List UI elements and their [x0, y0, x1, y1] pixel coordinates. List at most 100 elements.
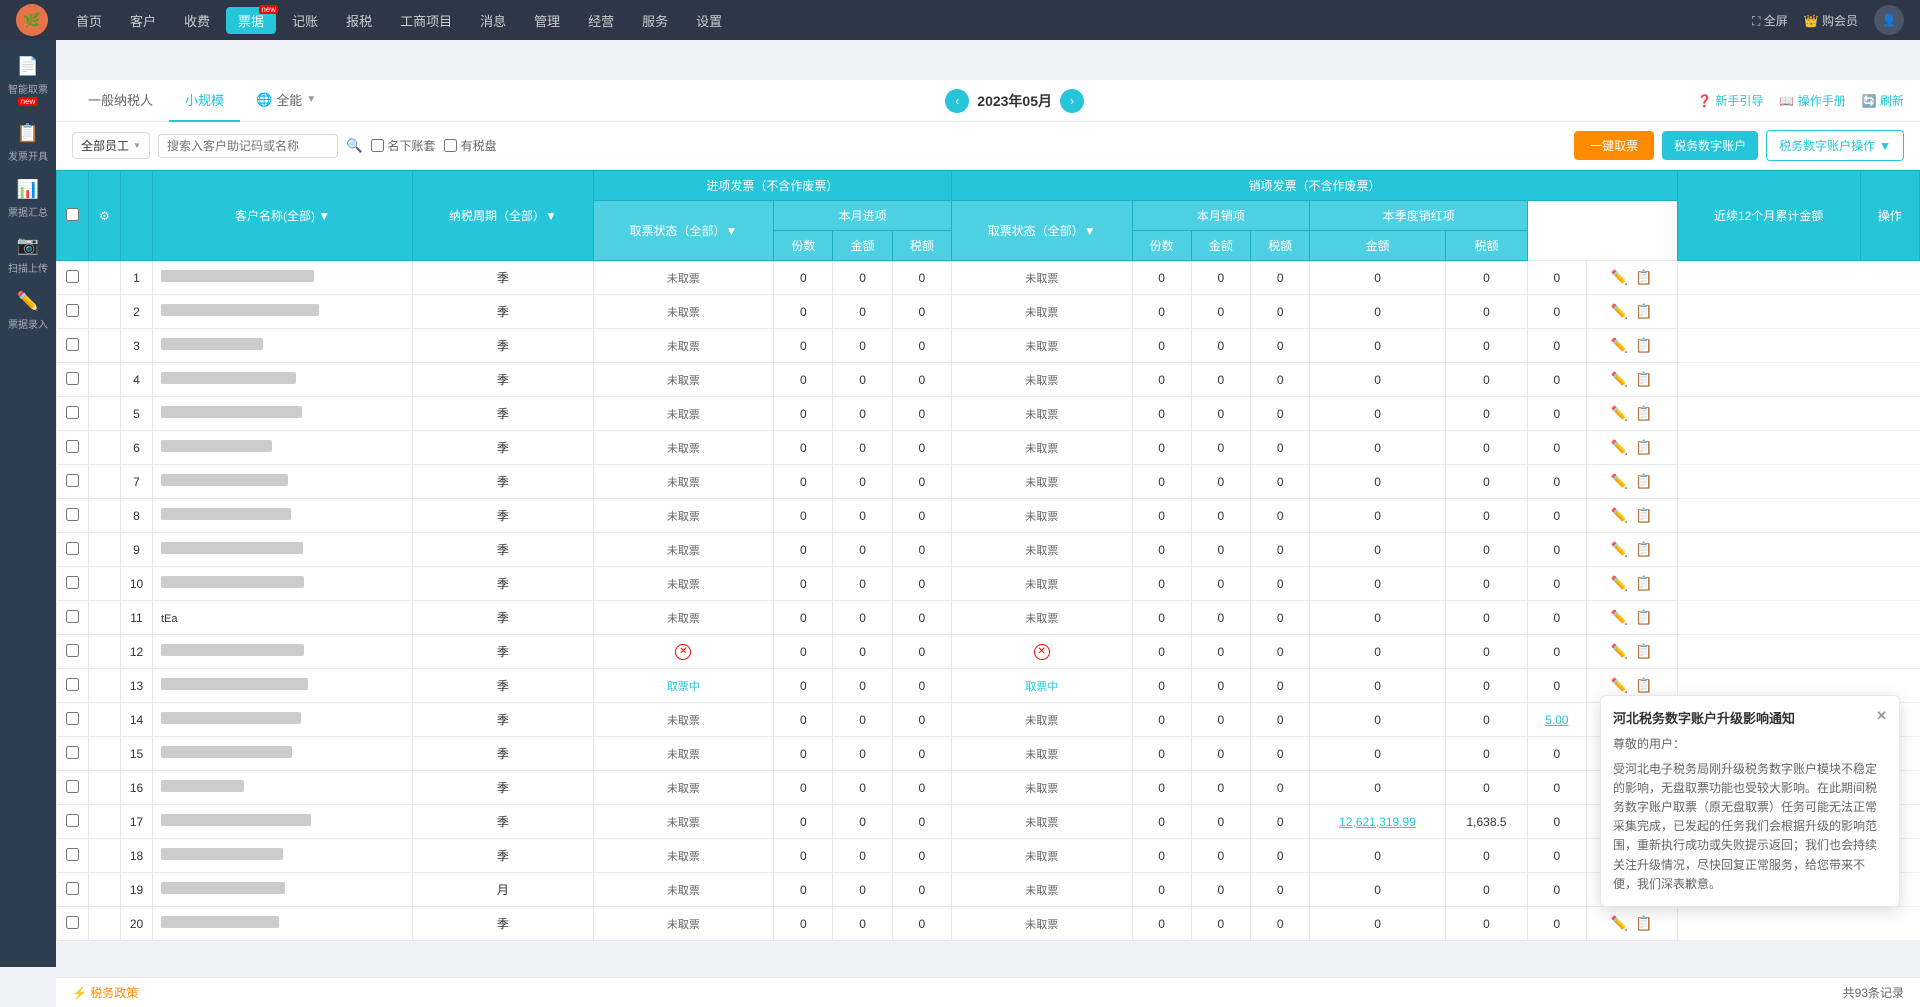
row-checkbox[interactable]	[66, 338, 79, 351]
tab-all[interactable]: 🌐 全能 ▼	[240, 80, 332, 122]
tax-account-op-btn[interactable]: 税务数字账户操作 ▼	[1766, 130, 1904, 161]
refresh-btn[interactable]: 🔄 刷新	[1862, 92, 1904, 109]
fullscreen-btn[interactable]: ⛶ 全屏	[1752, 12, 1788, 29]
row-checkbox[interactable]	[66, 474, 79, 487]
one-click-ticket-btn[interactable]: 一键取票	[1574, 131, 1654, 160]
nav-accounting[interactable]: 记账	[280, 7, 330, 34]
row-checkbox[interactable]	[66, 678, 79, 691]
edit-btn[interactable]: ✏️	[1609, 607, 1630, 628]
edit-btn[interactable]: ✏️	[1609, 471, 1630, 492]
period-filter-icon[interactable]: ▼	[545, 209, 557, 223]
sidebar-item-open-invoice[interactable]: 📋 发票开具	[0, 115, 56, 171]
row-checkbox[interactable]	[66, 848, 79, 861]
copy-btn[interactable]: 📋	[1633, 539, 1654, 560]
copy-btn[interactable]: 📋	[1633, 471, 1654, 492]
sidebar-item-scan-upload[interactable]: 📷 扫描上传	[0, 227, 56, 283]
sidebar-item-smart-ticket[interactable]: 📄 智能取票new	[0, 48, 56, 115]
row-checkbox[interactable]	[66, 270, 79, 283]
tax-account-btn[interactable]: 税务数字账户	[1662, 131, 1758, 160]
customer-name[interactable]	[153, 363, 413, 397]
copy-btn[interactable]: 📋	[1633, 403, 1654, 424]
nav-customer[interactable]: 客户	[118, 7, 168, 34]
copy-btn[interactable]: 📋	[1633, 335, 1654, 356]
copy-btn[interactable]: 📋	[1633, 913, 1654, 934]
row-checkbox[interactable]	[66, 916, 79, 929]
name-account-checkbox[interactable]: 名下账套	[371, 137, 436, 154]
copy-btn[interactable]: 📋	[1633, 573, 1654, 594]
row-checkbox[interactable]	[66, 746, 79, 759]
edit-btn[interactable]: ✏️	[1609, 437, 1630, 458]
search-input[interactable]	[158, 134, 338, 158]
edit-btn[interactable]: ✏️	[1609, 369, 1630, 390]
tab-small-scale[interactable]: 小规模	[169, 80, 240, 122]
customer-name[interactable]	[153, 397, 413, 431]
customer-name[interactable]	[153, 431, 413, 465]
nav-message[interactable]: 消息	[468, 7, 518, 34]
manual-btn[interactable]: 📖 操作手册	[1779, 92, 1845, 109]
customer-name[interactable]	[153, 737, 413, 771]
filter-icon[interactable]: ▼	[318, 209, 330, 223]
tax-disk-check[interactable]	[444, 139, 457, 152]
nav-business[interactable]: 工商项目	[388, 7, 464, 34]
edit-btn[interactable]: ✏️	[1609, 301, 1630, 322]
cumulative-link[interactable]: 5.00	[1545, 713, 1568, 727]
user-avatar[interactable]: 👤	[1874, 5, 1904, 35]
customer-name[interactable]	[153, 771, 413, 805]
row-checkbox[interactable]	[66, 882, 79, 895]
edit-btn[interactable]: ✏️	[1609, 505, 1630, 526]
nav-home[interactable]: 首页	[64, 7, 114, 34]
prev-month-btn[interactable]: ‹	[945, 89, 969, 113]
edit-btn[interactable]: ✏️	[1609, 913, 1630, 934]
row-checkbox[interactable]	[66, 644, 79, 657]
copy-btn[interactable]: 📋	[1633, 675, 1654, 696]
vip-btn[interactable]: 👑 购会员	[1804, 12, 1858, 29]
nav-operation[interactable]: 经营	[576, 7, 626, 34]
customer-name[interactable]	[153, 465, 413, 499]
edit-btn[interactable]: ✏️	[1609, 573, 1630, 594]
customer-name[interactable]	[153, 703, 413, 737]
customer-name[interactable]	[153, 533, 413, 567]
row-checkbox[interactable]	[66, 712, 79, 725]
name-account-check[interactable]	[371, 139, 384, 152]
edit-btn[interactable]: ✏️	[1609, 675, 1630, 696]
row-checkbox[interactable]	[66, 542, 79, 555]
copy-btn[interactable]: 📋	[1633, 607, 1654, 628]
row-checkbox[interactable]	[66, 372, 79, 385]
customer-name[interactable]	[153, 499, 413, 533]
customer-name[interactable]	[153, 567, 413, 601]
customer-name[interactable]	[153, 295, 413, 329]
copy-btn[interactable]: 📋	[1633, 641, 1654, 662]
nav-service[interactable]: 服务	[630, 7, 680, 34]
row-checkbox[interactable]	[66, 610, 79, 623]
tax-policy-link[interactable]: ⚡ 税务政策	[72, 984, 138, 1001]
nav-settings[interactable]: 设置	[684, 7, 734, 34]
customer-name[interactable]	[153, 873, 413, 907]
customer-name[interactable]	[153, 805, 413, 839]
customer-name[interactable]	[153, 261, 413, 295]
customer-name[interactable]	[153, 329, 413, 363]
sidebar-item-invoice-entry[interactable]: ✏️ 票据录入	[0, 283, 56, 339]
edit-btn[interactable]: ✏️	[1609, 641, 1630, 662]
output-status-filter[interactable]: ▼	[1084, 224, 1096, 238]
tab-general-taxpayer[interactable]: 一般纳税人	[72, 80, 169, 122]
select-all-checkbox[interactable]	[66, 208, 79, 221]
tax-disk-checkbox[interactable]: 有税盘	[444, 137, 497, 154]
deduct-amount-link[interactable]: 12,621,319.99	[1339, 815, 1416, 829]
employee-select[interactable]: 全部员工 ▼	[72, 132, 150, 159]
row-checkbox[interactable]	[66, 406, 79, 419]
edit-btn[interactable]: ✏️	[1609, 539, 1630, 560]
nav-tax[interactable]: 报税	[334, 7, 384, 34]
row-checkbox[interactable]	[66, 576, 79, 589]
row-checkbox[interactable]	[66, 304, 79, 317]
row-checkbox[interactable]	[66, 814, 79, 827]
customer-name[interactable]	[153, 907, 413, 941]
copy-btn[interactable]: 📋	[1633, 267, 1654, 288]
row-checkbox[interactable]	[66, 440, 79, 453]
row-checkbox[interactable]	[66, 508, 79, 521]
input-status-filter[interactable]: ▼	[725, 224, 737, 238]
new-user-guide-btn[interactable]: ❓ 新手引导	[1697, 92, 1763, 109]
nav-fee[interactable]: 收费	[172, 7, 222, 34]
edit-btn[interactable]: ✏️	[1609, 335, 1630, 356]
copy-btn[interactable]: 📋	[1633, 437, 1654, 458]
copy-btn[interactable]: 📋	[1633, 505, 1654, 526]
